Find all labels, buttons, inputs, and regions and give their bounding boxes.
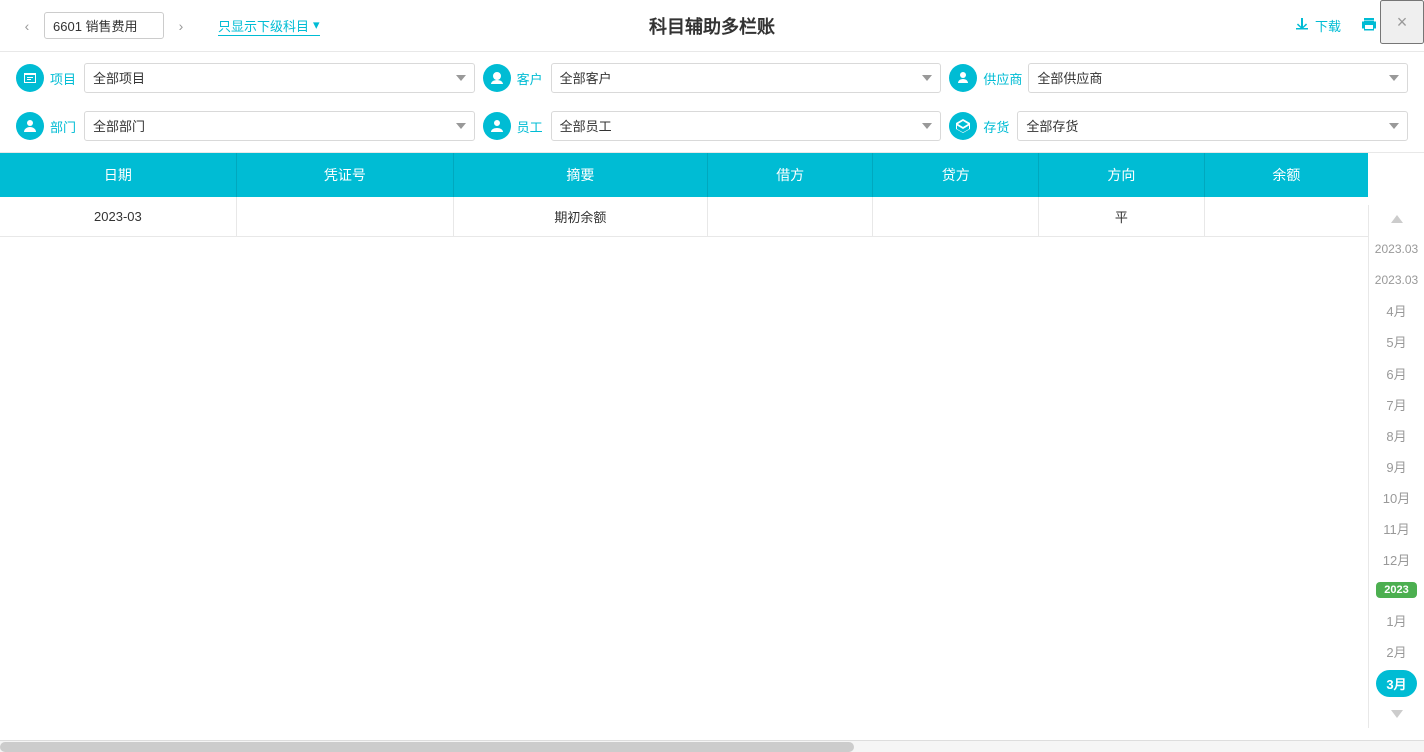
col-voucher: 凭证号 — [236, 153, 453, 197]
table-header-row: 日期 凭证号 摘要 借方 贷方 方向 余额 — [0, 153, 1368, 197]
customer-filter: 客户 全部客户 — [483, 56, 942, 100]
title-bar: ‹ 6601 销售费用 › 只显示下级科目 ▾ 科目辅助多栏账 下载 — [0, 0, 1424, 52]
col-date: 日期 — [0, 153, 236, 197]
timeline-item[interactable]: 6月 — [1369, 358, 1424, 389]
cell-credit — [873, 197, 1039, 237]
timeline-item[interactable]: 1月 — [1369, 605, 1424, 636]
cell-date: 2023-03 — [0, 197, 236, 237]
customer-icon — [483, 64, 511, 92]
dept-filter: 部门 全部部门 — [16, 104, 475, 148]
cell-debit — [707, 197, 873, 237]
horizontal-scrollbar[interactable] — [0, 740, 1424, 752]
timeline-item[interactable]: 12月 — [1369, 544, 1424, 575]
download-icon — [1294, 16, 1310, 35]
col-debit: 借方 — [707, 153, 873, 197]
timeline-item[interactable]: 11月 — [1369, 513, 1424, 544]
ledger-table: 日期 凭证号 摘要 借方 贷方 方向 余额 2023-03 期初余额 平 — [0, 153, 1368, 237]
timeline-item[interactable]: 5月 — [1369, 326, 1424, 357]
page-title: 科目辅助多栏账 — [649, 13, 775, 39]
col-summary: 摘要 — [453, 153, 707, 197]
timeline-down-button[interactable] — [1369, 700, 1424, 728]
employee-label: 员工 — [517, 117, 545, 136]
dept-select[interactable]: 全部部门 — [84, 111, 475, 141]
inventory-icon — [949, 112, 977, 140]
timeline-item[interactable]: 2023.03 — [1369, 264, 1424, 295]
project-icon — [16, 64, 44, 92]
table-container[interactable]: 日期 凭证号 摘要 借方 贷方 方向 余额 2023-03 期初余额 平 — [0, 153, 1368, 740]
employee-icon — [483, 112, 511, 140]
dept-icon — [16, 112, 44, 140]
timeline-item[interactable]: 7月 — [1369, 389, 1424, 420]
timeline-item[interactable]: 2月 — [1369, 636, 1424, 667]
selected-month-badge: 3月 — [1376, 670, 1416, 697]
cell-summary: 期初余额 — [453, 197, 707, 237]
customer-label: 客户 — [517, 69, 545, 88]
col-credit: 贷方 — [873, 153, 1039, 197]
timeline-up-button[interactable] — [1369, 205, 1424, 233]
chevron-down-icon: ▾ — [313, 17, 320, 33]
col-direction: 方向 — [1039, 153, 1205, 197]
account-code-display: 6601 销售费用 — [44, 12, 164, 39]
timeline-item[interactable]: 9月 — [1369, 451, 1424, 482]
cell-voucher — [236, 197, 453, 237]
table-row[interactable]: 2023-03 期初余额 平 — [0, 197, 1368, 237]
nav-next-button[interactable]: › — [170, 15, 192, 37]
dept-label: 部门 — [50, 117, 78, 136]
print-icon — [1361, 16, 1377, 35]
download-label: 下载 — [1315, 16, 1341, 35]
nav-prev-button[interactable]: ‹ — [16, 15, 38, 37]
timeline-item[interactable]: 2023 — [1369, 576, 1424, 605]
cell-balance — [1204, 197, 1368, 237]
project-label: 项目 — [50, 69, 78, 88]
inventory-label: 存货 — [983, 117, 1011, 136]
cell-direction: 平 — [1039, 197, 1205, 237]
col-balance: 余额 — [1204, 153, 1368, 197]
close-button[interactable]: × — [1380, 0, 1424, 44]
supplier-select[interactable]: 全部供应商 — [1028, 63, 1408, 93]
timeline-item[interactable]: 10月 — [1369, 482, 1424, 513]
timeline-item[interactable]: 8月 — [1369, 420, 1424, 451]
timeline-item[interactable]: 2023.03 — [1369, 233, 1424, 264]
inventory-select[interactable]: 全部存货 — [1017, 111, 1408, 141]
year-badge: 2023 — [1376, 582, 1416, 598]
inventory-filter: 存货 全部存货 — [949, 104, 1408, 148]
employee-filter: 员工 全部员工 — [483, 104, 942, 148]
download-button[interactable]: 下载 — [1294, 16, 1341, 35]
supplier-icon — [949, 64, 977, 92]
timeline-item[interactable]: 4月 — [1369, 295, 1424, 326]
customer-select[interactable]: 全部客户 — [551, 63, 942, 93]
side-timeline: 2023.032023.034月5月6月7月8月9月10月11月12月20231… — [1368, 205, 1424, 728]
project-select[interactable]: 全部项目 — [84, 63, 475, 93]
filter-section: 项目 全部项目 客户 全部客户 供应商 — [0, 52, 1424, 153]
supplier-filter: 供应商 全部供应商 — [949, 56, 1408, 100]
supplier-label: 供应商 — [983, 69, 1022, 88]
show-sub-label: 只显示下级科目 — [218, 16, 309, 35]
project-filter: 项目 全部项目 — [16, 56, 475, 100]
timeline-item[interactable]: 3月 — [1369, 667, 1424, 700]
scrollbar-thumb[interactable] — [0, 742, 854, 752]
timeline-items-list: 2023.032023.034月5月6月7月8月9月10月11月12月20231… — [1369, 233, 1424, 700]
nav-section: ‹ 6601 销售费用 › 只显示下级科目 ▾ — [16, 12, 320, 39]
main-window: ‹ 6601 销售费用 › 只显示下级科目 ▾ 科目辅助多栏账 下载 — [0, 0, 1424, 752]
show-sub-button[interactable]: 只显示下级科目 ▾ — [218, 16, 320, 36]
employee-select[interactable]: 全部员工 — [551, 111, 942, 141]
